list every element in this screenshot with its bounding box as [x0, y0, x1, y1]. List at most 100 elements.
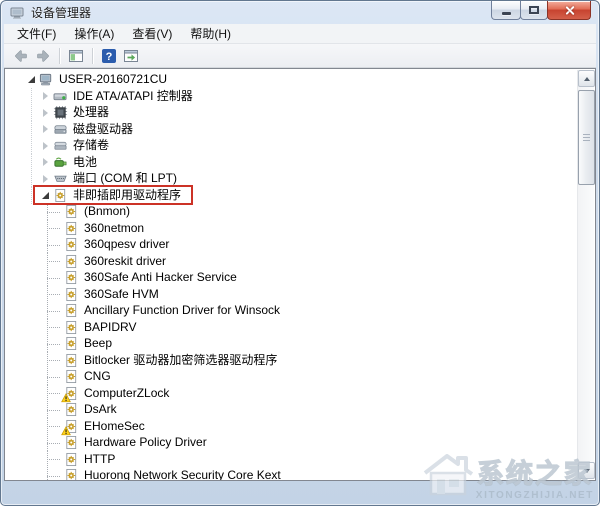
tree-connector-line: [47, 310, 60, 312]
scroll-up-button[interactable]: [578, 70, 595, 87]
processor-icon: [53, 105, 68, 120]
arrow-left-icon: [15, 49, 27, 62]
tree-item[interactable]: EHomeSec: [5, 417, 577, 435]
tree-item[interactable]: CNG: [5, 368, 577, 385]
tree-item[interactable]: DsArk: [5, 401, 577, 418]
driver-icon: [64, 336, 79, 351]
tree-item-label: 磁盘驱动器: [73, 121, 134, 136]
tree-connector-line: [47, 294, 60, 295]
back-button[interactable]: [10, 45, 32, 67]
tree-item-label: ComputerZLock: [84, 385, 170, 400]
tree-connector-line: [31, 170, 32, 187]
ide-controller-icon: [53, 89, 68, 104]
driver-icon: [64, 254, 79, 269]
tree-item[interactable]: Beep: [5, 335, 577, 352]
tree-item[interactable]: ComputerZLock: [5, 384, 577, 402]
tree-item[interactable]: IDE ATA/ATAPI 控制器: [5, 87, 577, 105]
tree-item[interactable]: 端口 (COM 和 LPT): [5, 170, 577, 187]
driver-icon: [64, 204, 79, 219]
vertical-scrollbar[interactable]: [577, 70, 595, 479]
tree-item[interactable]: USER-20160721CU: [5, 71, 577, 88]
tree-item-label: 电池: [73, 154, 98, 169]
tree-item-label: 存储卷: [73, 138, 110, 152]
close-button[interactable]: [547, 1, 591, 20]
menu-action[interactable]: 操作(A): [65, 23, 123, 44]
tree-item[interactable]: 存储卷: [5, 137, 577, 154]
tree-item[interactable]: HTTP: [5, 450, 577, 468]
tree-item[interactable]: 磁盘驱动器: [5, 120, 577, 138]
tree-item-label: (Bnmon): [84, 204, 131, 218]
maximize-icon: [529, 6, 539, 14]
watermark-subtitle: XITONGZHIJIA.NET: [475, 490, 594, 501]
driver-icon: [64, 468, 79, 480]
expand-arrow-icon[interactable]: [41, 140, 52, 151]
tree-item-label: Hardware Policy Driver: [84, 435, 207, 449]
tree-item[interactable]: 处理器: [5, 104, 577, 121]
tree-item[interactable]: 360reskit driver: [5, 252, 577, 270]
title-bar[interactable]: 设备管理器: [1, 1, 599, 24]
tree-connector-line: [47, 376, 60, 378]
menu-view[interactable]: 查看(V): [123, 23, 181, 44]
scrollbar-thumb[interactable]: [578, 90, 595, 185]
computer-icon: [39, 72, 54, 87]
help-button[interactable]: ?: [98, 45, 120, 67]
tree-item-label: Beep: [84, 336, 113, 350]
tree-item[interactable]: BAPIDRV: [5, 318, 577, 336]
tree-connector-line: [47, 360, 60, 361]
tree-item-label: BAPIDRV: [84, 319, 137, 334]
driver-icon: [64, 402, 79, 417]
tree-item-label: EHomeSec: [84, 418, 145, 433]
driver-icon: [64, 452, 79, 467]
scroll-down-button[interactable]: [578, 462, 595, 479]
tree-item[interactable]: 电池: [5, 153, 577, 171]
tree-connector-line: [31, 104, 32, 121]
tree-connector-line: [47, 261, 60, 262]
tree-item[interactable]: 360Safe HVM: [5, 285, 577, 303]
toolbar-separator: [92, 47, 93, 64]
expand-arrow-icon[interactable]: [41, 91, 52, 102]
tree-item-label: 处理器: [73, 105, 110, 119]
collapse-arrow-icon[interactable]: [41, 190, 52, 201]
tree-connector-line: [47, 467, 48, 480]
toolbar-separator: [59, 47, 60, 64]
expand-arrow-icon[interactable]: [41, 157, 52, 168]
arrow-up-icon: [583, 74, 590, 81]
close-icon: [564, 5, 575, 16]
tree-item[interactable]: (Bnmon): [5, 203, 577, 220]
expand-arrow-icon[interactable]: [41, 173, 52, 184]
menu-help[interactable]: 帮助(H): [181, 23, 240, 44]
storage-volume-icon: [53, 138, 68, 153]
forward-button[interactable]: [32, 45, 54, 67]
tree-item-label: IDE ATA/ATAPI 控制器: [73, 88, 193, 103]
tree-item[interactable]: Hardware Policy Driver: [5, 434, 577, 451]
help-icon: ?: [102, 48, 116, 63]
tree-connector-line: [47, 409, 60, 411]
show-console-tree-button[interactable]: [65, 45, 87, 67]
tree-item[interactable]: Bitlocker 驱动器加密筛选器驱动程序: [5, 351, 577, 369]
svg-text:?: ?: [106, 51, 113, 63]
tree-item[interactable]: Huorong Network Security Core Kext: [5, 467, 577, 480]
tree-item-label: CNG: [84, 369, 111, 383]
driver-icon: [53, 188, 68, 203]
tree-item[interactable]: 360netmon: [5, 219, 577, 237]
tree-connector-line: [31, 87, 32, 105]
tree-item[interactable]: 360qpesv driver: [5, 236, 577, 253]
maximize-button[interactable]: [520, 1, 548, 20]
expand-arrow-icon[interactable]: [41, 107, 52, 118]
tree-item[interactable]: 非即插即用驱动程序: [5, 186, 577, 204]
expand-arrow-icon[interactable]: [41, 124, 52, 135]
tree-connector-line: [31, 153, 32, 171]
action-pane-button[interactable]: [120, 45, 142, 67]
tree-item-label: 360Safe Anti Hacker Service: [84, 270, 237, 284]
tree-item[interactable]: Ancillary Function Driver for Winsock: [5, 302, 577, 319]
console-window-icon: [69, 49, 83, 62]
tree-item[interactable]: 360Safe Anti Hacker Service: [5, 269, 577, 286]
driver-icon: [61, 386, 79, 402]
tree-item-label: 非即插即用驱动程序: [73, 187, 182, 202]
menu-file[interactable]: 文件(F): [8, 23, 65, 44]
minimize-button[interactable]: [491, 1, 521, 20]
tree-item-label: Bitlocker 驱动器加密筛选器驱动程序: [84, 352, 278, 367]
tree-item-label: 360Safe HVM: [84, 286, 159, 301]
collapse-arrow-icon[interactable]: [27, 74, 38, 85]
tree-panel: USER-20160721CU IDE ATA/ATAPI 控制器 处理器磁盘驱动器…: [4, 68, 596, 481]
